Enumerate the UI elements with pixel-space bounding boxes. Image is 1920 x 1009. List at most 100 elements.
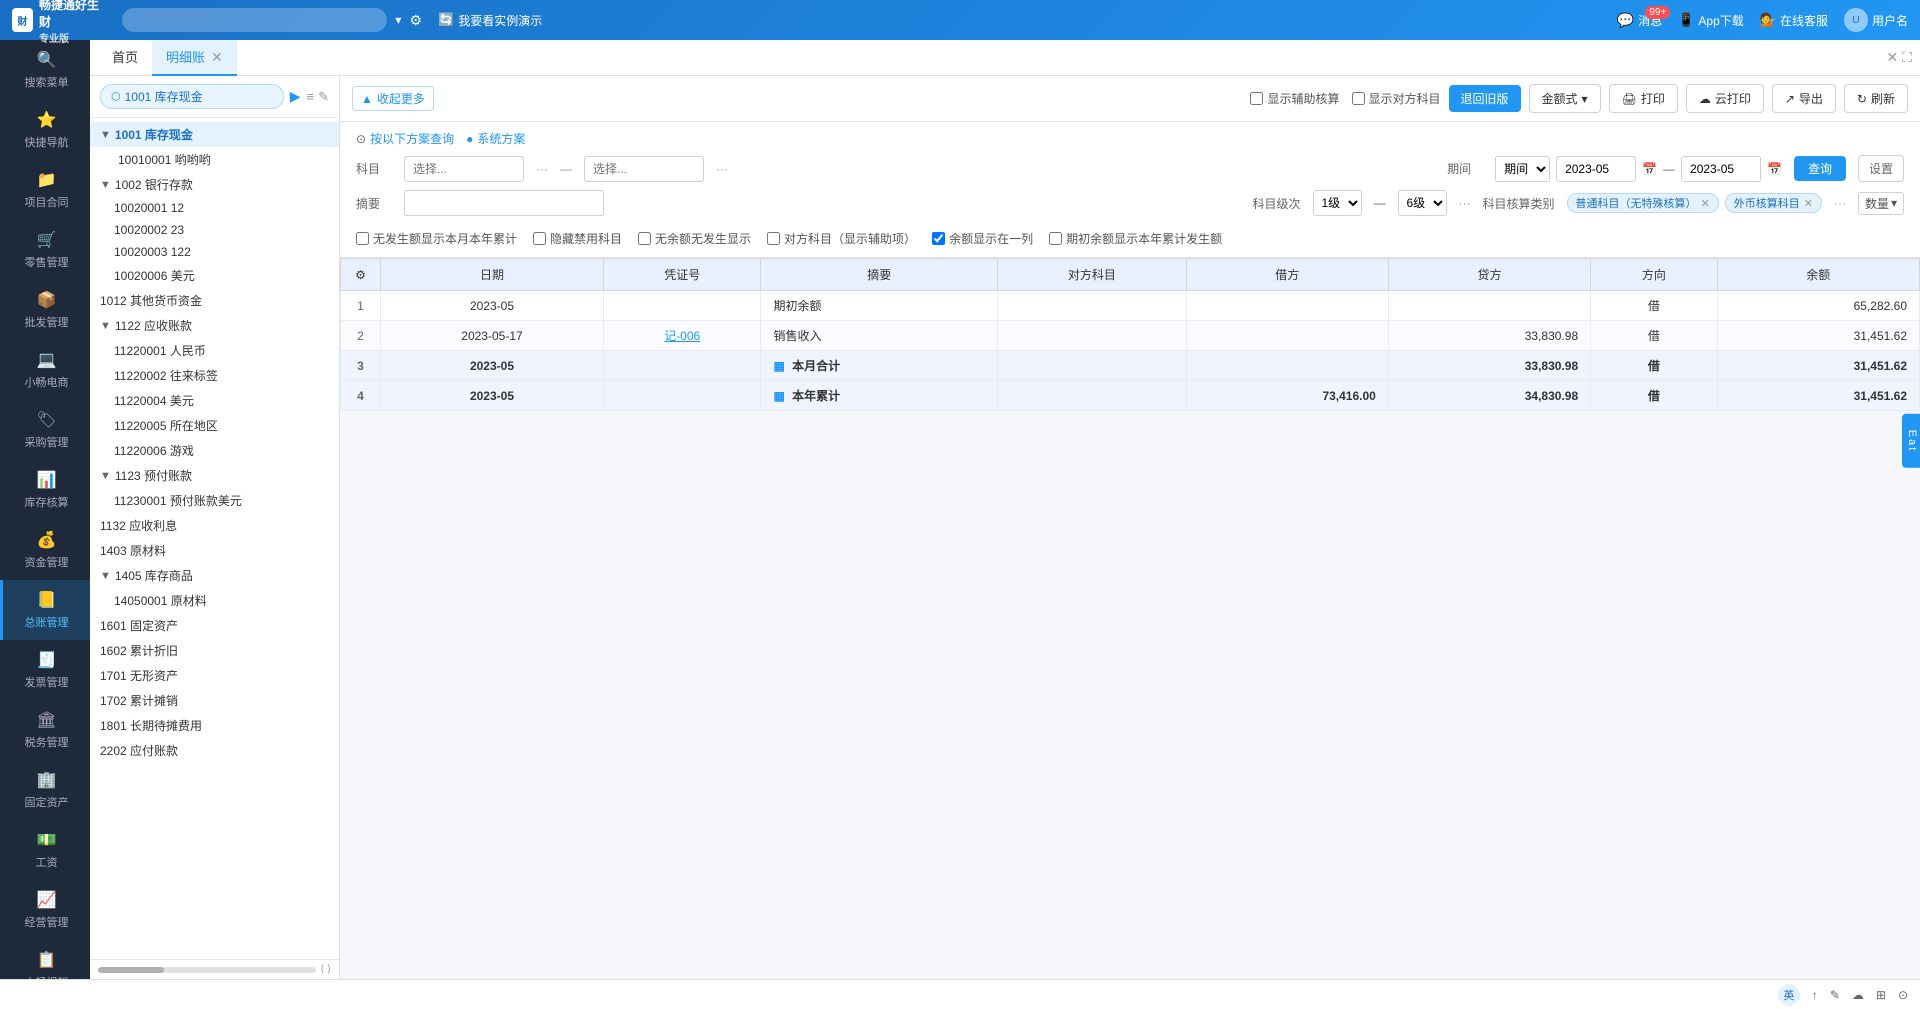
online-service-btn[interactable]: 💁 在线客服 — [1760, 12, 1828, 29]
sidebar-item-accounting[interactable]: 📒 总账管理 — [0, 580, 90, 640]
level-end-select[interactable]: 6级5级4级 — [1398, 190, 1447, 216]
tree-node-10010001[interactable]: 10010001 哟哟哟 — [90, 147, 339, 172]
cloud-print-btn[interactable]: ☁ 云打印 — [1686, 84, 1764, 113]
tree-node-10020002[interactable]: 10020002 23 — [90, 219, 339, 241]
sidebar-item-purchase[interactable]: 🏷 采购管理 — [0, 400, 90, 460]
tag-close-icon[interactable]: ✕ — [1701, 197, 1710, 210]
th-settings[interactable]: ⚙ — [341, 259, 381, 291]
tree-node-1601[interactable]: 1601 固定资产 — [90, 613, 339, 638]
cb-show-counter[interactable]: 显示对方科目 — [1352, 90, 1441, 107]
tree-list-icon[interactable]: ≡ — [307, 89, 315, 105]
return-old-btn[interactable]: 退回旧版 — [1449, 85, 1521, 112]
tree-node-11220005[interactable]: 11220005 所在地区 — [90, 413, 339, 438]
tag-normal[interactable]: 普通科目（无特殊核算） ✕ — [1567, 193, 1719, 213]
date-icon-end[interactable]: 📅 — [1767, 162, 1782, 176]
tree-node-1132[interactable]: 1132 应收利息 — [90, 513, 339, 538]
tree-next-icon[interactable]: ▶ — [290, 88, 301, 105]
tree-node-14050001[interactable]: 14050001 原材料 — [90, 588, 339, 613]
period-end-input[interactable] — [1681, 156, 1761, 182]
bottom-icon-2[interactable]: ✎ — [1830, 988, 1840, 1002]
collapse-btn[interactable]: ▲ 收起更多 — [352, 86, 434, 111]
sidebar-item-search[interactable]: 🔍 搜索菜单 — [0, 40, 90, 100]
sidebar-item-operations[interactable]: 📈 经营管理 — [0, 880, 90, 940]
bottom-icon-4[interactable]: ⊞ — [1876, 988, 1886, 1002]
tree-pencil-icon[interactable]: ✎ — [318, 89, 329, 105]
tree-node-1405[interactable]: ▼ 1405 库存商品 — [90, 563, 339, 588]
level-start-select[interactable]: 1级2级3级 — [1313, 190, 1362, 216]
filter-scheme-btn[interactable]: ● 系统方案 — [466, 130, 525, 147]
sidebar-item-assets[interactable]: 🏢 固定资产 — [0, 760, 90, 820]
summary-input[interactable] — [404, 190, 604, 216]
subject-input2[interactable] — [584, 156, 704, 182]
tree-node-11220004[interactable]: 11220004 美元 — [90, 388, 339, 413]
refresh-btn[interactable]: ↻ 刷新 — [1844, 84, 1908, 113]
tree-node-1122[interactable]: ▼ 1122 应收账款 — [90, 313, 339, 338]
period-type-select[interactable]: 期间 — [1495, 156, 1550, 182]
tab-home[interactable]: 首页 — [98, 40, 152, 76]
cb-balance-one[interactable]: 余额显示在一列 — [932, 230, 1033, 247]
tag-foreign[interactable]: 外币核算科目 ✕ — [1725, 193, 1822, 213]
tree-node-10020001[interactable]: 10020001 12 — [90, 197, 339, 219]
row-voucher-2[interactable]: 记-006 — [603, 321, 761, 351]
search-input[interactable] — [122, 8, 387, 32]
tab-maximize-icon[interactable]: ⛶ — [1902, 49, 1912, 66]
message-btn[interactable]: 💬 消息 99+ — [1617, 12, 1662, 29]
cb-show-aux[interactable]: 显示辅助核算 — [1250, 90, 1339, 107]
tree-node-1702[interactable]: 1702 累计摊销 — [90, 688, 339, 713]
tree-node-10020006[interactable]: 10020006 美元 — [90, 263, 339, 288]
tree-node-1123[interactable]: ▼ 1123 预付账款 — [90, 463, 339, 488]
cb-period-begin[interactable]: 期初余额显示本年累计发生额 — [1049, 230, 1222, 247]
tree-node-1602[interactable]: 1602 累计折旧 — [90, 638, 339, 663]
sidebar-item-wholesale[interactable]: 📦 批发管理 — [0, 280, 90, 340]
query-btn[interactable]: 查询 — [1794, 156, 1846, 181]
filter-scheme-icon[interactable]: ⊙ — [356, 132, 366, 146]
tree-node-1012[interactable]: 1012 其他货币资金 — [90, 288, 339, 313]
export-btn[interactable]: ↗ 导出 — [1772, 84, 1836, 113]
sidebar-item-quicknav[interactable]: ⭐ 快捷导航 — [0, 100, 90, 160]
sidebar-item-sales[interactable]: 📋 小畅报销 — [0, 940, 90, 979]
period-start-input[interactable] — [1556, 156, 1636, 182]
date-icon-start[interactable]: 📅 — [1642, 162, 1657, 176]
tab-close-window-icon[interactable]: ✕ — [1886, 49, 1898, 66]
sidebar-item-tax[interactable]: 🏛 税务管理 — [0, 700, 90, 760]
tree-node-1801[interactable]: 1801 长期待摊费用 — [90, 713, 339, 738]
tree-node-11220001[interactable]: 11220001 人民币 — [90, 338, 339, 363]
tree-node-10020003[interactable]: 10020003 122 — [90, 241, 339, 263]
sidebar-item-salary[interactable]: 💵 工资 — [0, 820, 90, 880]
tree-node-11220002[interactable]: 11220002 往来标签 — [90, 363, 339, 388]
amount-style-btn[interactable]: 金额式 ▾ — [1529, 84, 1601, 113]
tree-current-account[interactable]: ⬡ 1001 库存现金 — [100, 84, 284, 109]
cb-counter-col[interactable]: 对方科目（显示辅助项） — [767, 230, 916, 247]
settings-icon[interactable]: ⚙ — [409, 12, 422, 29]
cb-no-occur[interactable]: 无发生额显示本月本年累计 — [356, 230, 517, 247]
tree-node-11230001[interactable]: 11230001 预付账款美元 — [90, 488, 339, 513]
tree-node-1002[interactable]: ▼ 1002 银行存款 — [90, 172, 339, 197]
tree-node-1701[interactable]: 1701 无形资产 — [90, 663, 339, 688]
bottom-icon-3[interactable]: ☁ — [1852, 988, 1864, 1002]
cb-no-balance[interactable]: 无余额无发生显示 — [638, 230, 751, 247]
user-area[interactable]: U 用户名 — [1844, 8, 1908, 32]
sidebar-item-project[interactable]: 📁 项目合同 — [0, 160, 90, 220]
cb-hide-disabled[interactable]: 隐藏禁用科目 — [533, 230, 622, 247]
dropdown-icon[interactable]: ▾ — [395, 13, 401, 27]
sidebar-item-finance[interactable]: 💰 资金管理 — [0, 520, 90, 580]
tree-node-1403[interactable]: 1403 原材料 — [90, 538, 339, 563]
tab-detail[interactable]: 明细账 ✕ — [152, 40, 237, 76]
qty-dropdown[interactable]: 数量 ▾ — [1858, 192, 1904, 215]
setting-btn[interactable]: 设置 — [1858, 155, 1904, 182]
sidebar-item-invoice[interactable]: 🧾 发票管理 — [0, 640, 90, 700]
table-scroll[interactable]: ⚙ 日期 凭证号 摘要 对方科目 借方 贷方 方向 余额 — [340, 258, 1920, 979]
tab-close-icon[interactable]: ✕ — [211, 50, 223, 64]
tag-close-icon2[interactable]: ✕ — [1804, 197, 1813, 210]
sidebar-item-ecommerce[interactable]: 💻 小畅电商 — [0, 340, 90, 400]
right-edge-btn[interactable]: Eat — [1902, 413, 1920, 468]
app-download-btn[interactable]: 📱 App下载 — [1678, 12, 1744, 29]
filter-expand-label[interactable]: 按以下方案查询 — [370, 130, 454, 147]
subject-input[interactable] — [404, 156, 524, 182]
tree-node-2202[interactable]: 2202 应付账款 — [90, 738, 339, 763]
sidebar-item-retail[interactable]: 🛒 零售管理 — [0, 220, 90, 280]
bottom-icon-1[interactable]: ↑ — [1812, 988, 1818, 1002]
demo-btn[interactable]: 🔄 我要看实例演示 — [438, 12, 542, 29]
col-gear-icon[interactable]: ⚙ — [355, 268, 366, 282]
print-btn[interactable]: 🖨 打印 — [1609, 84, 1678, 113]
